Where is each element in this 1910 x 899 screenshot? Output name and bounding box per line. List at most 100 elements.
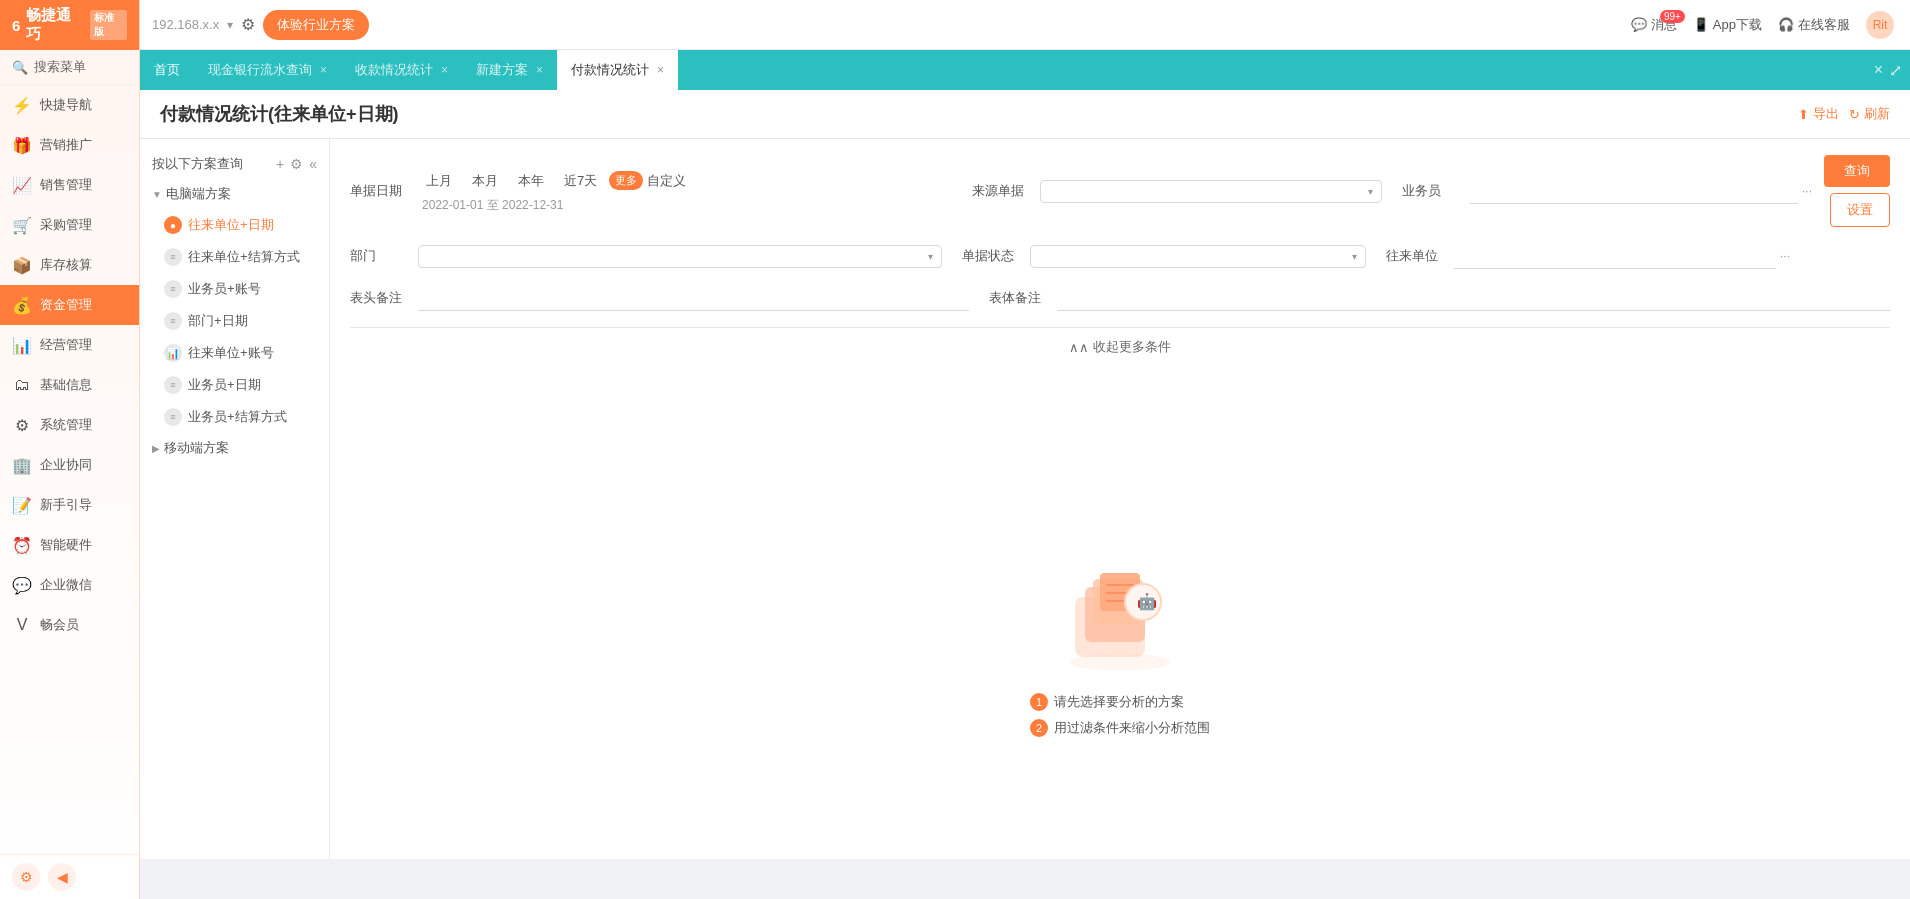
date-custom-label[interactable]: 自定义 (647, 172, 686, 190)
tab-payment-stats-close[interactable]: × (657, 63, 664, 77)
scheme-collapse-icon[interactable]: « (309, 156, 317, 172)
date-btn-this-year[interactable]: 本年 (510, 169, 552, 193)
sidebar-item-system[interactable]: ⚙ 系统管理 (0, 405, 139, 445)
sidebar-item-marketing[interactable]: 🎁 营销推广 (0, 125, 139, 165)
doc-status-select[interactable]: ▾ (1030, 245, 1366, 268)
page-header: 付款情况统计(往来单位+日期) ⬆ 导出 ↻ 刷新 (140, 90, 1910, 139)
date-btn-last-month[interactable]: 上月 (418, 169, 460, 193)
date-more-btn[interactable]: 更多 (609, 171, 643, 190)
scheme-desktop-group[interactable]: ▼ 电脑端方案 (140, 179, 329, 209)
scheme-header-actions: + ⚙ « (276, 156, 317, 172)
filter-date: 单据日期 上月 本月 本年 近7天 更多 自定义 2022- (350, 169, 952, 214)
staff-more-icon[interactable]: ··· (1802, 184, 1812, 198)
dept-arrow: ▾ (928, 251, 933, 262)
export-btn[interactable]: ⬆ 导出 (1798, 105, 1839, 123)
scheme-settings-icon[interactable]: ⚙ (290, 156, 303, 172)
scheme-item-unit-account[interactable]: 📊 往来单位+账号 (140, 337, 329, 369)
sidebar-item-label: 资金管理 (40, 296, 92, 314)
scheme-icon-unit-settle: ≡ (164, 248, 182, 266)
capital-icon: 💰 (12, 295, 32, 315)
filter-settings-btn[interactable]: 设置 (1830, 193, 1890, 227)
tab-new-scheme-close[interactable]: × (536, 63, 543, 77)
sidebar-item-enterprise[interactable]: 🏢 企业协同 (0, 445, 139, 485)
tab-fullscreen-icon[interactable]: ⤢ (1889, 61, 1902, 80)
sidebar-item-vip[interactable]: V 畅会员 (0, 605, 139, 645)
collapse-up-icon: ∧∧ (1069, 340, 1089, 355)
source-select[interactable]: ▾ (1040, 180, 1382, 203)
staff-input[interactable] (1470, 178, 1798, 204)
filter-dept: 部门 ▾ (350, 245, 942, 268)
table-header-note-input[interactable] (418, 285, 969, 311)
table-body-note-input[interactable] (1057, 285, 1890, 311)
inventory-icon: 📦 (12, 255, 32, 275)
source-control: ▾ (1040, 180, 1382, 203)
date-btn-this-month[interactable]: 本月 (464, 169, 506, 193)
scheme-add-icon[interactable]: + (276, 156, 284, 172)
scheme-item-unit-settle[interactable]: ≡ 往来单位+结算方式 (140, 241, 329, 273)
partner-more-icon[interactable]: ··· (1780, 249, 1790, 263)
tab-bank-close[interactable]: × (320, 63, 327, 77)
tab-receipts-close[interactable]: × (441, 63, 448, 77)
basic-icon: 🗂 (12, 375, 32, 395)
sidebar-item-sales[interactable]: 📈 销售管理 (0, 165, 139, 205)
dropdown-icon[interactable]: ▾ (227, 18, 233, 32)
filter-actions: 查询 设置 (1824, 155, 1890, 227)
scheme-item-unit-date[interactable]: ● 往来单位+日期 (140, 209, 329, 241)
sidebar-item-label: 智能硬件 (40, 536, 92, 554)
query-btn[interactable]: 查询 (1824, 155, 1890, 187)
messages-item[interactable]: 💬 消息 99+ (1631, 16, 1677, 34)
source-label: 来源单据 (972, 182, 1040, 200)
tab-bank[interactable]: 现金银行流水查询 × (194, 50, 341, 90)
sidebar-item-guide[interactable]: 📝 新手引导 (0, 485, 139, 525)
collapse-more-bar[interactable]: ∧∧ 收起更多条件 (350, 327, 1890, 366)
sidebar-item-inventory[interactable]: 📦 库存核算 (0, 245, 139, 285)
dept-label: 部门 (350, 247, 418, 265)
search-menu[interactable]: 🔍 搜索菜单 (0, 50, 139, 85)
sidebar-item-operations[interactable]: 📊 经营管理 (0, 325, 139, 365)
tab-new-scheme[interactable]: 新建方案 × (462, 50, 557, 90)
scheme-icon-unit-date: ● (164, 216, 182, 234)
search-icon: 🔍 (12, 60, 28, 75)
dept-select[interactable]: ▾ (418, 245, 942, 268)
sidebar-item-hardware[interactable]: ⏰ 智能硬件 (0, 525, 139, 565)
partner-input[interactable] (1454, 243, 1776, 269)
scheme-item-dept-date[interactable]: ≡ 部门+日期 (140, 305, 329, 337)
tab-close-all-icon[interactable]: × (1874, 61, 1883, 79)
logo-sub: 标准版 (90, 10, 127, 40)
tab-receipts[interactable]: 收款情况统计 × (341, 50, 462, 90)
user-avatar[interactable]: Rit (1866, 11, 1894, 39)
table-body-note-label: 表体备注 (989, 289, 1057, 307)
date-btn-7days[interactable]: 近7天 (556, 169, 605, 193)
sidebar-item-quick-nav[interactable]: ⚡ 快捷导航 (0, 85, 139, 125)
scheme-panel: 按以下方案查询 + ⚙ « ▼ 电脑端方案 ● 往来单位+日期 ≡ 往来单位+结… (140, 139, 330, 859)
tab-home[interactable]: 首页 (140, 50, 194, 90)
app-download-item[interactable]: 📱 App下载 (1693, 16, 1762, 34)
refresh-btn[interactable]: ↻ 刷新 (1849, 105, 1890, 123)
sidebar-item-capital[interactable]: 💰 资金管理 (0, 285, 139, 325)
scheme-icon-dept-date: ≡ (164, 312, 182, 330)
date-range-value: 2022-01-01 至 2022-12-31 (422, 198, 563, 212)
scheme-mobile-group[interactable]: ▶ 移动端方案 (140, 433, 329, 463)
scheme-item-staff-date[interactable]: ≡ 业务员+日期 (140, 369, 329, 401)
sidebar-settings-icon[interactable]: ⚙ (12, 863, 40, 891)
header-settings-icon[interactable]: ⚙ (241, 15, 255, 34)
hardware-icon: ⏰ (12, 535, 32, 555)
sidebar-item-wechat[interactable]: 💬 企业微信 (0, 565, 139, 605)
tab-payment-stats[interactable]: 付款情况统计 × (557, 50, 678, 90)
sidebar-item-label: 畅会员 (40, 616, 79, 634)
scheme-label-dept-date: 部门+日期 (188, 312, 248, 330)
scheme-item-staff-account[interactable]: ≡ 业务员+账号 (140, 273, 329, 305)
partner-control: ··· (1454, 243, 1790, 269)
sidebar-item-purchase[interactable]: 🛒 采购管理 (0, 205, 139, 245)
header-right: 💬 消息 99+ 📱 App下载 🎧 在线客服 Rit (1615, 11, 1910, 39)
trial-btn[interactable]: 体验行业方案 (263, 10, 369, 40)
app-icon: 📱 (1693, 17, 1709, 32)
sidebar-collapse-icon[interactable]: ◀ (48, 863, 76, 891)
filter-row-3: 表头备注 表体备注 (350, 285, 1890, 311)
scheme-item-staff-settle[interactable]: ≡ 业务员+结算方式 (140, 401, 329, 433)
empty-hints: 1 请先选择要分析的方案 2 用过滤条件来缩小分析范围 (1030, 693, 1210, 737)
table-header-note-control (418, 285, 969, 311)
svg-text:🤖: 🤖 (1137, 592, 1157, 611)
sidebar-item-basic[interactable]: 🗂 基础信息 (0, 365, 139, 405)
service-item[interactable]: 🎧 在线客服 (1778, 16, 1850, 34)
